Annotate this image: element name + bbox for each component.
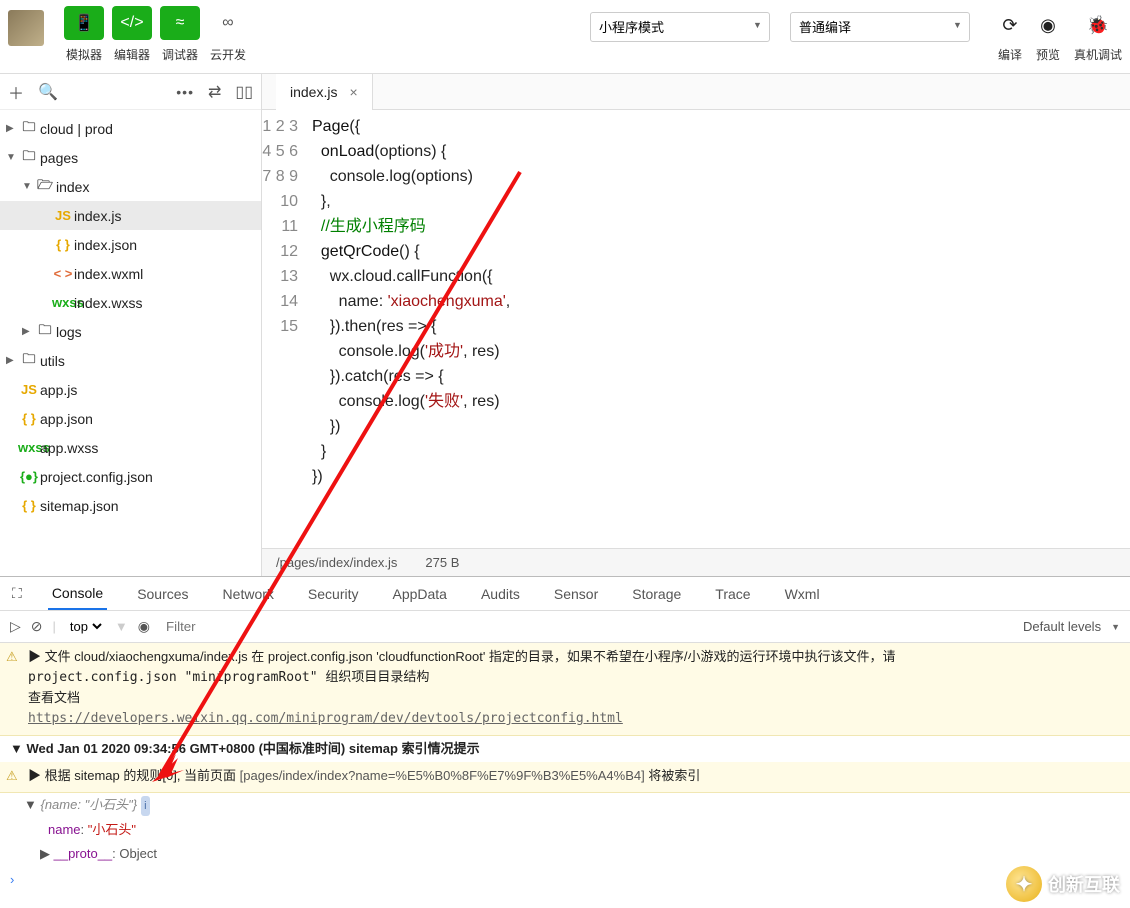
cloud-button[interactable]: ∞ 云开发 <box>208 6 248 63</box>
compile-select[interactable]: 普通编译 <box>790 12 970 42</box>
refresh-icon: ⟳ <box>1002 10 1017 40</box>
console-object-proto[interactable]: ▶ __proto__: Object <box>0 842 1130 866</box>
info-icon: i <box>141 796 149 816</box>
console-prompt[interactable]: › <box>0 866 1130 894</box>
inspect-icon[interactable]: ⛶ <box>12 585 22 602</box>
console-object[interactable]: ▼ {name: "小石头"}i <box>0 793 1130 818</box>
more-icon[interactable]: ••• <box>176 84 194 100</box>
tree-project-config[interactable]: {●}project.config.json <box>0 462 261 491</box>
code-editor[interactable]: 1 2 3 4 5 6 7 8 9 10 11 12 13 14 15 Page… <box>262 110 1130 548</box>
tree-utils[interactable]: ▶🗀utils <box>0 346 261 375</box>
tab-console[interactable]: Console <box>48 577 107 610</box>
context-select[interactable]: top <box>66 618 105 635</box>
tab-sources[interactable]: Sources <box>133 577 192 610</box>
tab-wxml[interactable]: Wxml <box>781 577 824 610</box>
tab-network[interactable]: Network <box>219 577 278 610</box>
tab-title: index.js <box>290 84 337 100</box>
explorer-toolbar: ＋ 🔍 ••• ⇄ ▯▯ <box>0 74 261 110</box>
bug-icon: 🐞 <box>1087 10 1109 40</box>
editor-button[interactable]: </> 编辑器 <box>112 6 152 63</box>
collapse-icon[interactable]: ⇄ <box>208 82 221 102</box>
tree-app-json[interactable]: { }app.json <box>0 404 261 433</box>
code-content: Page({ onLoad(options) { console.log(opt… <box>312 114 1130 548</box>
devtools-panel: ⛶ Console Sources Network Security AppDa… <box>0 576 1130 908</box>
tree-app-wxss[interactable]: wxssapp.wxss <box>0 433 261 462</box>
devtools-tabs: ⛶ Console Sources Network Security AppDa… <box>0 577 1130 611</box>
tab-index-js[interactable]: index.js × <box>276 74 373 110</box>
compile-button[interactable]: ⟳ 编译 <box>998 6 1022 63</box>
console-warning: ▶ 根据 sitemap 的规则[0], 当前页面 [pages/index/i… <box>0 762 1130 793</box>
tree-index-js[interactable]: JSindex.js <box>0 201 261 230</box>
tree-sitemap[interactable]: { }sitemap.json <box>0 491 261 520</box>
console-object-prop: name: "小石头" <box>0 818 1130 842</box>
add-icon[interactable]: ＋ <box>8 80 24 104</box>
tab-appdata[interactable]: AppData <box>388 577 450 610</box>
tab-security[interactable]: Security <box>304 577 363 610</box>
debugger-icon: ≈ <box>160 6 200 40</box>
clear-icon[interactable]: ⊘ <box>31 618 43 635</box>
cloud-icon: ∞ <box>208 6 248 40</box>
line-gutter: 1 2 3 4 5 6 7 8 9 10 11 12 13 14 15 <box>262 114 312 548</box>
tab-sensor[interactable]: Sensor <box>550 577 602 610</box>
file-tree: ▶🗀cloud | prod ▼🗀pages ▼🗁index JSindex.j… <box>0 110 261 576</box>
console-log-line: ▼ Wed Jan 01 2020 09:34:56 GMT+0800 (中国标… <box>0 736 1130 762</box>
debugger-label: 调试器 <box>162 46 198 63</box>
avatar[interactable] <box>8 10 44 46</box>
editor-tabs: index.js × <box>262 74 1130 110</box>
watermark: ✦ 创新互联 <box>1006 866 1120 902</box>
eye-icon[interactable]: ◉ <box>138 618 150 635</box>
editor-area: index.js × 1 2 3 4 5 6 7 8 9 10 11 12 13… <box>262 74 1130 576</box>
tab-storage[interactable]: Storage <box>628 577 685 610</box>
status-size: 275 B <box>425 555 459 570</box>
tab-trace[interactable]: Trace <box>711 577 754 610</box>
tree-logs[interactable]: ▶🗀logs <box>0 317 261 346</box>
tree-index-wxss[interactable]: wxssindex.wxss <box>0 288 261 317</box>
console-toolbar: ▷ ⊘ | top ▼ ◉ Default levels ▼ <box>0 611 1130 643</box>
simulator-button[interactable]: 📱 模拟器 <box>64 6 104 63</box>
simulator-icon: 📱 <box>64 6 104 40</box>
console-warning: ▶ 文件 cloud/xiaochengxuma/index.js 在 proj… <box>0 643 1130 736</box>
split-icon[interactable]: ▯▯ <box>235 82 253 102</box>
editor-icon: </> <box>112 6 152 40</box>
filter-input[interactable] <box>160 616 1013 638</box>
levels-select[interactable]: Default levels <box>1023 619 1101 634</box>
close-icon[interactable]: × <box>349 84 357 100</box>
cloud-label: 云开发 <box>210 46 246 63</box>
tree-index-wxml[interactable]: < >index.wxml <box>0 259 261 288</box>
tree-app-js[interactable]: JSapp.js <box>0 375 261 404</box>
preview-button[interactable]: ◉ 预览 <box>1036 6 1060 63</box>
tab-audits[interactable]: Audits <box>477 577 524 610</box>
realdevice-button[interactable]: 🐞 真机调试 <box>1074 6 1122 63</box>
statusbar: /pages/index/index.js 275 B <box>262 548 1130 576</box>
watermark-icon: ✦ <box>1006 866 1042 902</box>
file-explorer: ＋ 🔍 ••• ⇄ ▯▯ ▶🗀cloud | prod ▼🗀pages ▼🗁in… <box>0 74 262 576</box>
view-buttons: 📱 模拟器 </> 编辑器 ≈ 调试器 ∞ 云开发 <box>64 6 248 63</box>
right-actions: ⟳ 编译 ◉ 预览 🐞 真机调试 <box>998 6 1122 63</box>
eye-icon: ◉ <box>1040 10 1056 40</box>
mode-select[interactable]: 小程序模式 <box>590 12 770 42</box>
simulator-label: 模拟器 <box>66 46 102 63</box>
debugger-button[interactable]: ≈ 调试器 <box>160 6 200 63</box>
status-path: /pages/index/index.js <box>276 555 397 570</box>
console-output[interactable]: ▶ 文件 cloud/xiaochengxuma/index.js 在 proj… <box>0 643 1130 908</box>
play-icon[interactable]: ▷ <box>10 618 21 635</box>
search-icon[interactable]: 🔍 <box>38 82 58 102</box>
doc-link[interactable]: https://developers.weixin.qq.com/minipro… <box>28 711 623 726</box>
tree-index-folder[interactable]: ▼🗁index <box>0 172 261 201</box>
tree-pages[interactable]: ▼🗀pages <box>0 143 261 172</box>
tree-index-json[interactable]: { }index.json <box>0 230 261 259</box>
editor-label: 编辑器 <box>114 46 150 63</box>
tree-cloud[interactable]: ▶🗀cloud | prod <box>0 114 261 143</box>
top-toolbar: 📱 模拟器 </> 编辑器 ≈ 调试器 ∞ 云开发 小程序模式 普通编译 ⟳ 编… <box>0 0 1130 74</box>
